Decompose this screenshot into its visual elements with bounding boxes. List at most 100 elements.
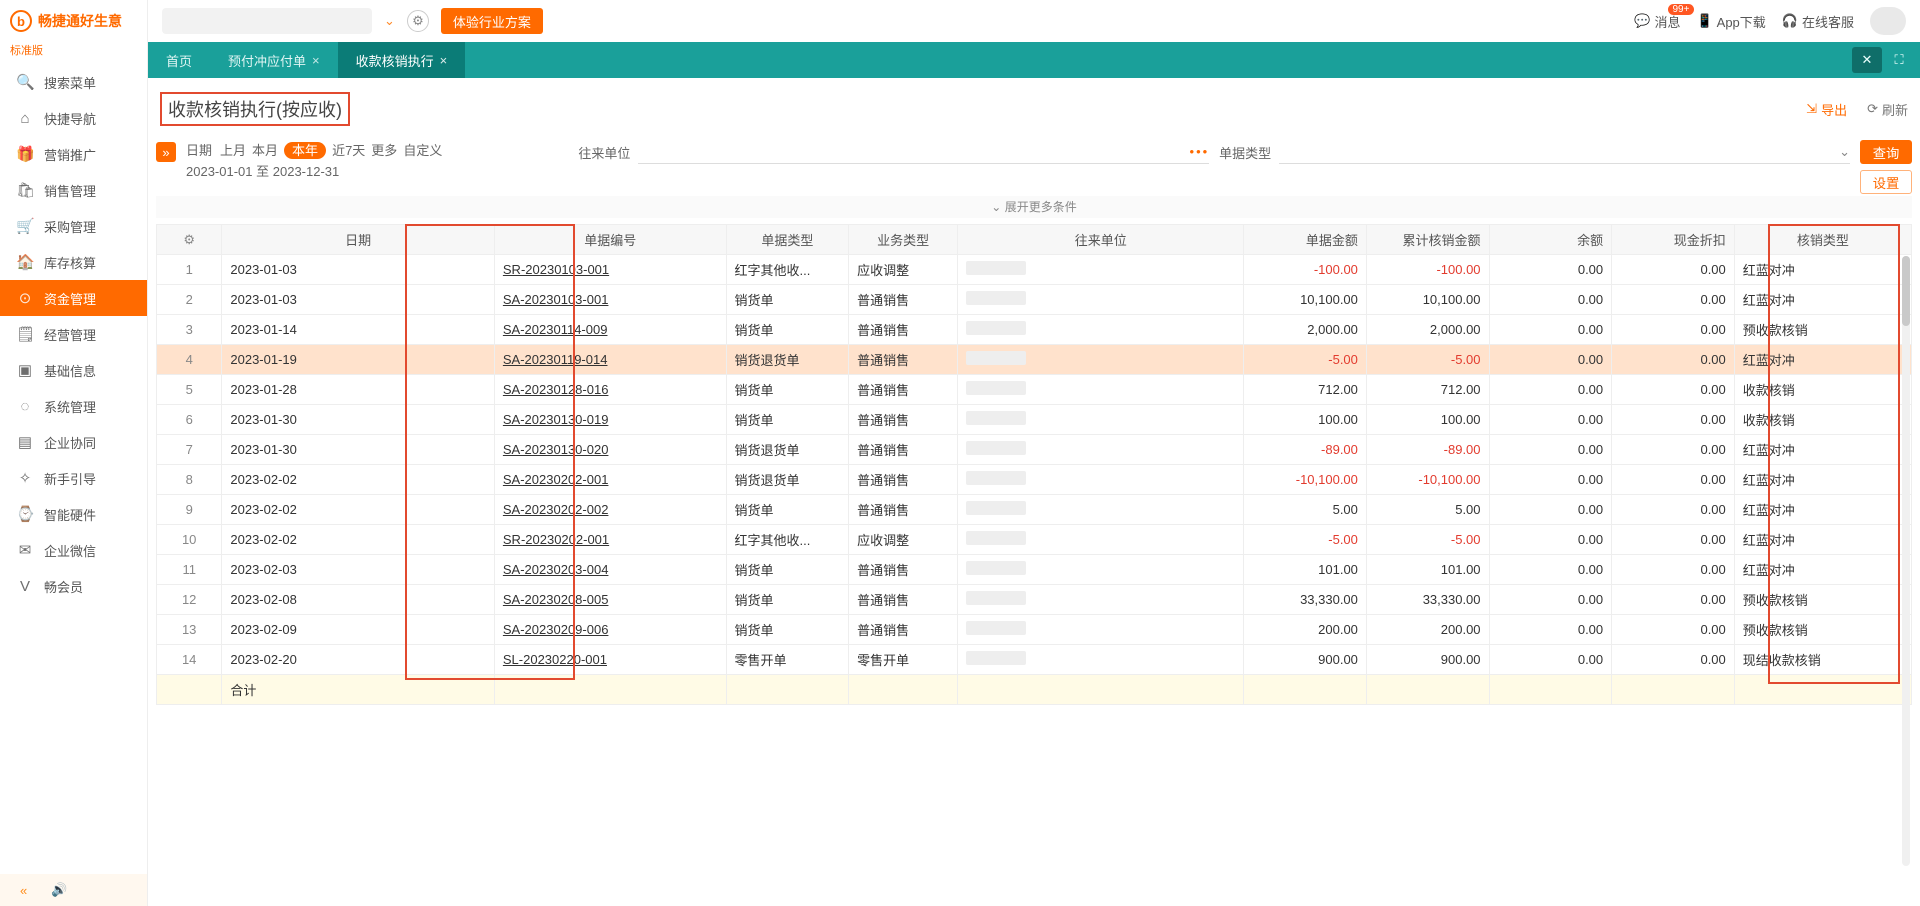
- table-row[interactable]: 72023-01-30SA-20230130-020销货退货单普通销售-89.0…: [157, 435, 1912, 465]
- sidebar-item-13[interactable]: ✉企业微信: [0, 532, 147, 568]
- doc-no-link[interactable]: SR-20230103-001: [503, 262, 609, 277]
- doc-no-link[interactable]: SA-20230119-014: [503, 352, 608, 367]
- col-amount[interactable]: 单据金额: [1244, 225, 1367, 255]
- table-row[interactable]: 52023-01-28SA-20230128-016销货单普通销售712.007…: [157, 375, 1912, 405]
- sound-icon[interactable]: 🔊: [51, 882, 67, 898]
- filter-party-input[interactable]: •••: [638, 140, 1209, 164]
- table-row[interactable]: 22023-01-03SA-20230103-001销货单普通销售10,100.…: [157, 285, 1912, 315]
- collapse-filters-icon[interactable]: »: [156, 142, 176, 162]
- col-cum-writeoff[interactable]: 累计核销金额: [1366, 225, 1489, 255]
- sidebar-item-10[interactable]: ▤企业协同: [0, 424, 147, 460]
- sidebar-item-1[interactable]: ⌂快捷导航: [0, 100, 147, 136]
- sidebar-item-6[interactable]: ⊙资金管理: [0, 280, 147, 316]
- doc-no-link[interactable]: SR-20230202-001: [503, 532, 609, 547]
- cell-biz-type: 普通销售: [849, 465, 958, 495]
- tab-close-x-icon[interactable]: ×: [440, 53, 448, 68]
- settings-gear-icon[interactable]: ⚙: [407, 10, 429, 32]
- online-service-link[interactable]: 🎧 在线客服: [1782, 12, 1854, 31]
- doc-no-link[interactable]: SA-20230128-016: [503, 382, 609, 397]
- user-avatar[interactable]: [1870, 7, 1906, 35]
- date-range-自定义[interactable]: 自定义: [403, 143, 442, 158]
- col-cash-discount[interactable]: 现金折扣: [1612, 225, 1735, 255]
- col-doc-type[interactable]: 单据类型: [726, 225, 849, 255]
- export-link[interactable]: ⇲导出: [1806, 100, 1847, 119]
- doc-no-link[interactable]: SA-20230209-006: [503, 622, 609, 637]
- date-range-本年[interactable]: 本年: [284, 142, 326, 159]
- cell-index: 9: [157, 495, 222, 525]
- table-row[interactable]: 12023-01-03SR-20230103-001红字其他收...应收调整-1…: [157, 255, 1912, 285]
- tab-close-x-icon[interactable]: ×: [312, 53, 320, 68]
- collapse-sidebar-icon[interactable]: «: [20, 883, 27, 898]
- date-range-近7天[interactable]: 近7天: [332, 143, 365, 158]
- table-row[interactable]: 142023-02-20SL-20230220-001零售开单零售开单900.0…: [157, 645, 1912, 675]
- table-scrollbar-thumb[interactable]: [1902, 256, 1910, 326]
- promo-button[interactable]: 体验行业方案: [441, 8, 543, 34]
- refresh-link[interactable]: ⟳刷新: [1867, 100, 1908, 119]
- table-row[interactable]: 132023-02-09SA-20230209-006销货单普通销售200.00…: [157, 615, 1912, 645]
- table-row[interactable]: 82023-02-02SA-20230202-001销货退货单普通销售-10,1…: [157, 465, 1912, 495]
- col-gear[interactable]: ⚙: [157, 225, 222, 255]
- filter-doctype-select[interactable]: ⌄: [1279, 140, 1850, 164]
- date-range-本月[interactable]: 本月: [252, 143, 278, 158]
- cell-doc-no: SA-20230208-005: [494, 585, 726, 615]
- table-row[interactable]: 32023-01-14SA-20230114-009销货单普通销售2,000.0…: [157, 315, 1912, 345]
- doc-no-link[interactable]: SL-20230220-001: [503, 652, 607, 667]
- tab-close-icon[interactable]: ✕: [1852, 47, 1882, 73]
- org-selector[interactable]: [162, 8, 372, 34]
- sidebar-item-4[interactable]: 🛒采购管理: [0, 208, 147, 244]
- table-row[interactable]: 62023-01-30SA-20230130-019销货单普通销售100.001…: [157, 405, 1912, 435]
- sidebar-item-12[interactable]: ⌚智能硬件: [0, 496, 147, 532]
- doc-no-link[interactable]: SA-20230130-020: [503, 442, 609, 457]
- tab-0[interactable]: 首页: [148, 42, 210, 78]
- tab-1[interactable]: 预付冲应付单×: [210, 42, 338, 78]
- sidebar-item-8[interactable]: ▣基础信息: [0, 352, 147, 388]
- table-row[interactable]: 112023-02-03SA-20230203-004销货单普通销售101.00…: [157, 555, 1912, 585]
- messages-link[interactable]: 💬 消息 99+: [1634, 12, 1680, 31]
- doc-no-link[interactable]: SA-20230103-001: [503, 292, 609, 307]
- tab-2[interactable]: 收款核销执行×: [338, 42, 466, 78]
- cell-balance: 0.00: [1489, 435, 1612, 465]
- sidebar-item-14[interactable]: V畅会员: [0, 568, 147, 604]
- settings-button[interactable]: 设置: [1860, 170, 1912, 194]
- cell-index: 8: [157, 465, 222, 495]
- table-row[interactable]: 92023-02-02SA-20230202-002销货单普通销售5.005.0…: [157, 495, 1912, 525]
- expand-filters-toggle[interactable]: ⌄ 展开更多条件: [156, 196, 1912, 218]
- online-service-label: 在线客服: [1802, 12, 1854, 31]
- table-row[interactable]: 102023-02-02SR-20230202-001红字其他收...应收调整-…: [157, 525, 1912, 555]
- col-biz-type[interactable]: 业务类型: [849, 225, 958, 255]
- org-caret-icon[interactable]: ⌄: [384, 13, 395, 29]
- sidebar-item-9[interactable]: ◌系统管理: [0, 388, 147, 424]
- date-range-上月[interactable]: 上月: [220, 143, 246, 158]
- sidebar-item-3[interactable]: 🛍销售管理: [0, 172, 147, 208]
- filter-date-range[interactable]: 2023-01-01 至 2023-12-31: [186, 161, 448, 180]
- doc-no-link[interactable]: SA-20230130-019: [503, 412, 609, 427]
- col-date[interactable]: 日期: [222, 225, 495, 255]
- col-doc-no[interactable]: 单据编号: [494, 225, 726, 255]
- sidebar-item-icon: ✉: [16, 541, 34, 559]
- date-to: 2023-12-31: [273, 164, 340, 179]
- cell-party: [958, 555, 1244, 585]
- fullscreen-icon[interactable]: ⛶: [1884, 47, 1914, 73]
- date-range-更多[interactable]: 更多: [371, 143, 397, 158]
- query-button[interactable]: 查询: [1860, 140, 1912, 164]
- doc-no-link[interactable]: SA-20230202-002: [503, 502, 609, 517]
- sidebar-item-5[interactable]: 🏠库存核算: [0, 244, 147, 280]
- table-row[interactable]: 122023-02-08SA-20230208-005销货单普通销售33,330…: [157, 585, 1912, 615]
- doc-no-link[interactable]: SA-20230202-001: [503, 472, 609, 487]
- app-download-link[interactable]: 📱 App下载: [1696, 12, 1765, 31]
- col-balance[interactable]: 余额: [1489, 225, 1612, 255]
- sidebar-item-2[interactable]: 🎁营销推广: [0, 136, 147, 172]
- doc-no-link[interactable]: SA-20230208-005: [503, 592, 609, 607]
- doc-no-link[interactable]: SA-20230203-004: [503, 562, 609, 577]
- col-writeoff-type[interactable]: 核销类型: [1734, 225, 1911, 255]
- cell-index: 12: [157, 585, 222, 615]
- party-more-icon[interactable]: •••: [1190, 144, 1210, 159]
- sidebar-item-7[interactable]: 🗒经营管理: [0, 316, 147, 352]
- cell-doc-type: 销货退货单: [726, 345, 849, 375]
- cell-index: 6: [157, 405, 222, 435]
- sidebar-item-0[interactable]: 🔍搜索菜单: [0, 64, 147, 100]
- table-row[interactable]: 42023-01-19SA-20230119-014销货退货单普通销售-5.00…: [157, 345, 1912, 375]
- col-party[interactable]: 往来单位: [958, 225, 1244, 255]
- doc-no-link[interactable]: SA-20230114-009: [503, 322, 608, 337]
- sidebar-item-11[interactable]: ✧新手引导: [0, 460, 147, 496]
